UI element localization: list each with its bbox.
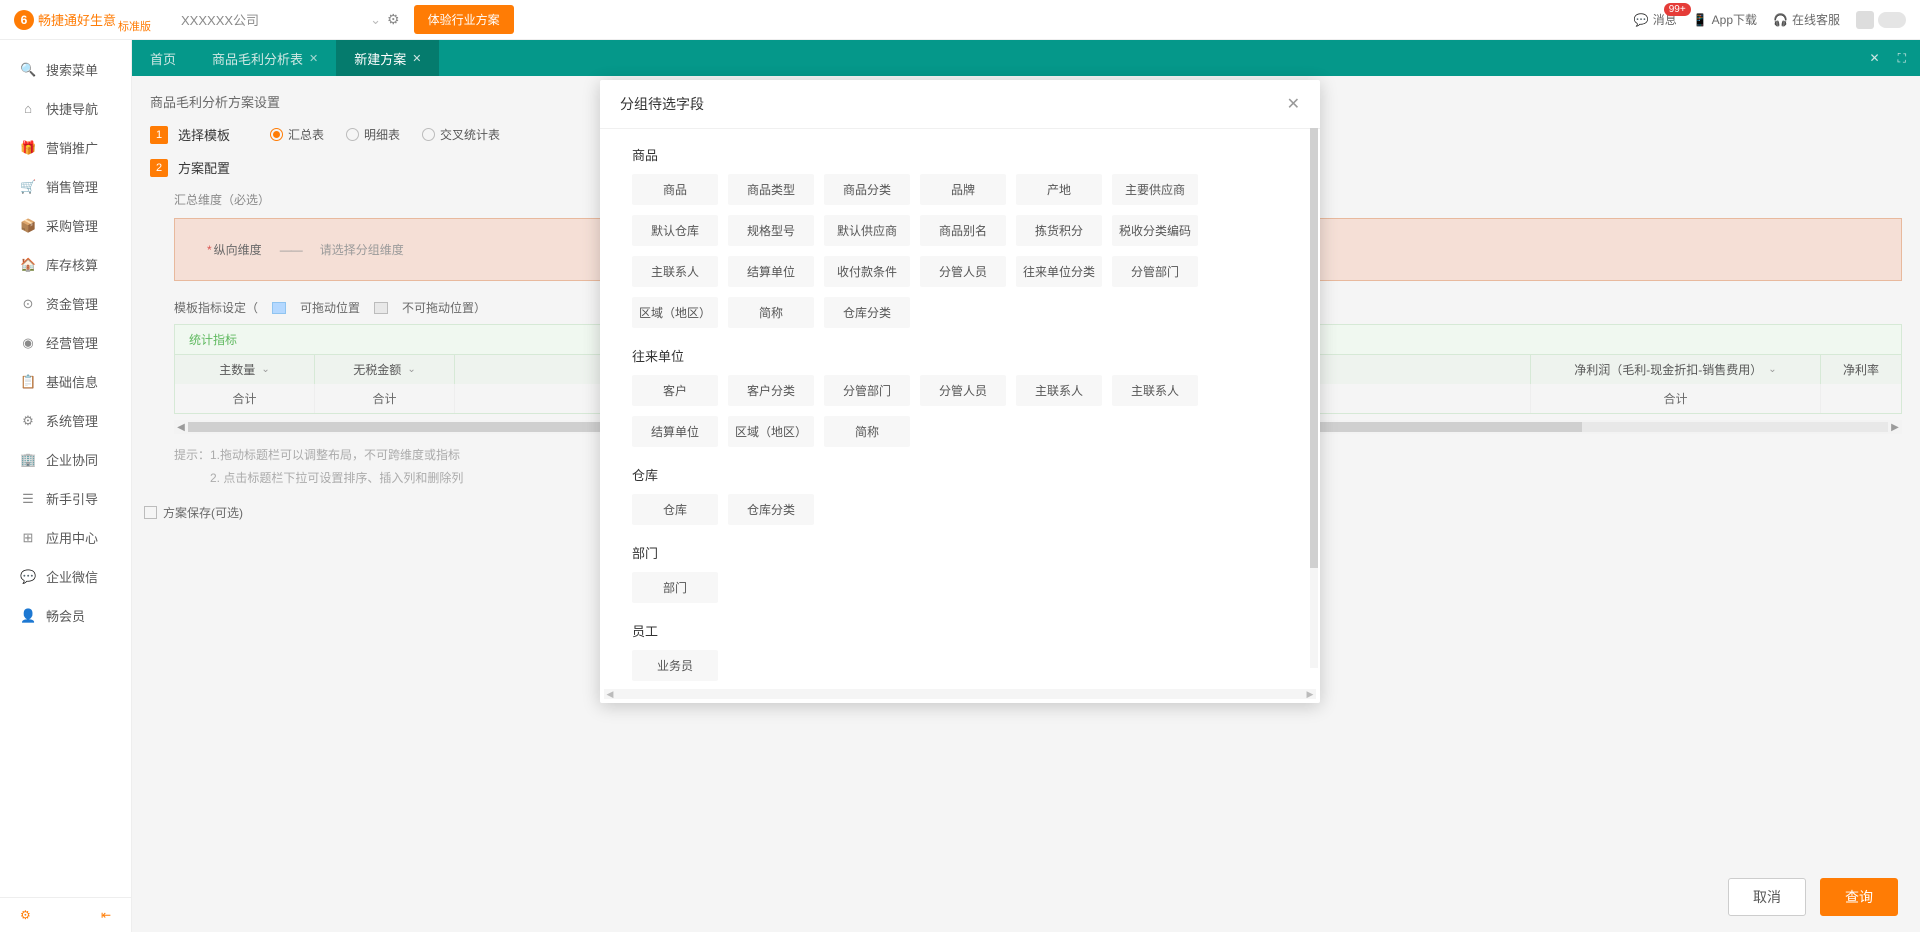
chip-row: 部门: [632, 572, 1288, 603]
modal-header: 分组待选字段 ✕: [600, 80, 1320, 129]
chip-row: 业务员: [632, 650, 1288, 681]
chip-row: 客户客户分类分管部门分管人员主联系人主联系人结算单位区域（地区）简称: [632, 375, 1288, 447]
field-chip[interactable]: 分管人员: [920, 375, 1006, 406]
field-chip[interactable]: 区域（地区）: [728, 416, 814, 447]
field-chip[interactable]: 税收分类编码: [1112, 215, 1198, 246]
close-icon[interactable]: ✕: [1287, 94, 1300, 114]
field-chip[interactable]: 仓库: [632, 494, 718, 525]
field-chip[interactable]: 拣货积分: [1016, 215, 1102, 246]
modal-body: 商品商品商品类型商品分类品牌产地主要供应商默认仓库规格型号默认供应商商品别名拣货…: [600, 129, 1320, 689]
field-chip[interactable]: 收付款条件: [824, 256, 910, 287]
field-chip[interactable]: 部门: [632, 572, 718, 603]
field-chip[interactable]: 简称: [824, 416, 910, 447]
field-chip[interactable]: 简称: [728, 297, 814, 328]
field-chip[interactable]: 结算单位: [632, 416, 718, 447]
chip-row: 商品商品类型商品分类品牌产地主要供应商默认仓库规格型号默认供应商商品别名拣货积分…: [632, 174, 1288, 328]
field-chip[interactable]: 产地: [1016, 174, 1102, 205]
field-chip[interactable]: 商品类型: [728, 174, 814, 205]
field-chip[interactable]: 客户: [632, 375, 718, 406]
modal-vscroll[interactable]: [1310, 128, 1318, 668]
field-group-title: 仓库: [632, 465, 1288, 484]
field-chip[interactable]: 业务员: [632, 650, 718, 681]
modal-title: 分组待选字段: [620, 94, 704, 114]
field-chip[interactable]: 主联系人: [632, 256, 718, 287]
field-chip[interactable]: 客户分类: [728, 375, 814, 406]
field-group-title: 商品: [632, 145, 1288, 164]
field-group-3: 部门部门: [632, 543, 1288, 603]
chip-row: 仓库仓库分类: [632, 494, 1288, 525]
field-chip[interactable]: 分管人员: [920, 256, 1006, 287]
field-chip[interactable]: 规格型号: [728, 215, 814, 246]
field-chip[interactable]: 品牌: [920, 174, 1006, 205]
field-chip[interactable]: 默认供应商: [824, 215, 910, 246]
field-group-4: 员工业务员: [632, 621, 1288, 681]
field-chip[interactable]: 默认仓库: [632, 215, 718, 246]
field-chip[interactable]: 主联系人: [1016, 375, 1102, 406]
field-chip[interactable]: 商品别名: [920, 215, 1006, 246]
field-chip[interactable]: 区域（地区）: [632, 297, 718, 328]
field-chip[interactable]: 往来单位分类: [1016, 256, 1102, 287]
field-chip[interactable]: 商品分类: [824, 174, 910, 205]
group-field-modal: 分组待选字段 ✕ 商品商品商品类型商品分类品牌产地主要供应商默认仓库规格型号默认…: [600, 80, 1320, 703]
field-chip[interactable]: 分管部门: [824, 375, 910, 406]
modal-hscroll[interactable]: ◀▶: [604, 689, 1316, 699]
field-group-title: 部门: [632, 543, 1288, 562]
field-group-title: 往来单位: [632, 346, 1288, 365]
field-group-0: 商品商品商品类型商品分类品牌产地主要供应商默认仓库规格型号默认供应商商品别名拣货…: [632, 145, 1288, 328]
field-group-title: 员工: [632, 621, 1288, 640]
field-chip[interactable]: 商品: [632, 174, 718, 205]
field-group-2: 仓库仓库仓库分类: [632, 465, 1288, 525]
field-chip[interactable]: 分管部门: [1112, 256, 1198, 287]
field-chip[interactable]: 主要供应商: [1112, 174, 1198, 205]
field-chip[interactable]: 仓库分类: [728, 494, 814, 525]
field-chip[interactable]: 结算单位: [728, 256, 814, 287]
field-chip[interactable]: 主联系人: [1112, 375, 1198, 406]
field-group-1: 往来单位客户客户分类分管部门分管人员主联系人主联系人结算单位区域（地区）简称: [632, 346, 1288, 447]
field-chip[interactable]: 仓库分类: [824, 297, 910, 328]
